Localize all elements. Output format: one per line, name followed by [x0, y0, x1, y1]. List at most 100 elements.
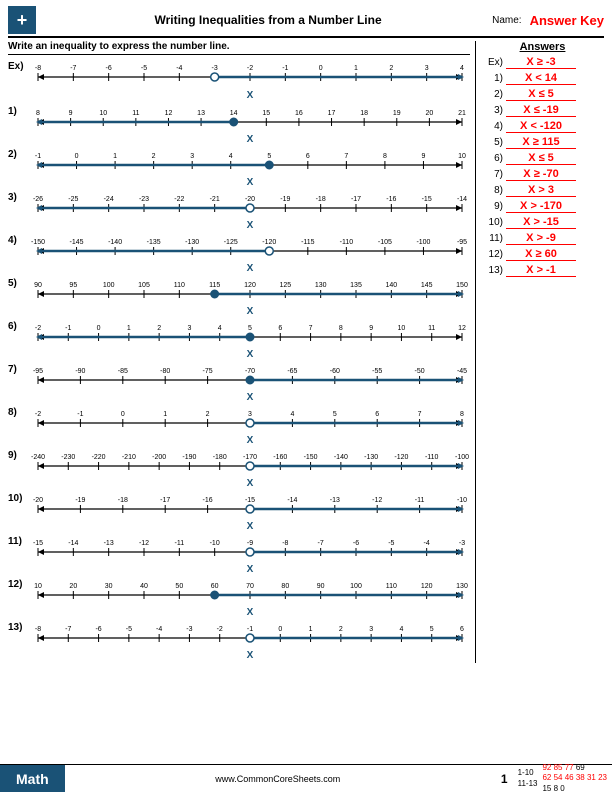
- svg-text:-26: -26: [33, 196, 43, 203]
- svg-text:7: 7: [418, 411, 422, 418]
- svg-text:-6: -6: [353, 540, 359, 547]
- number-line-svg: -2-1012345678: [30, 405, 470, 435]
- number-line-svg: -1012345678910: [30, 147, 470, 177]
- svg-text:3: 3: [248, 411, 252, 418]
- answer-num-4: 4): [481, 121, 503, 132]
- svg-text:-14: -14: [287, 497, 297, 504]
- answer-val-5: X ≥ 115: [506, 136, 576, 149]
- svg-text:-50: -50: [415, 368, 425, 375]
- number-line-7: -95-90-85-80-75-70-65-60-55-50-45: [30, 362, 470, 395]
- problem-row-7: 7)-95-90-85-80-75-70-65-60-55-50-45X: [8, 362, 470, 403]
- svg-text:-8: -8: [35, 65, 41, 72]
- answer-val-3: X ≤ -19: [506, 104, 576, 117]
- svg-text:9: 9: [369, 325, 373, 332]
- problem-row-8: 8)-2-1012345678X: [8, 405, 470, 446]
- problem-label-1: 1): [8, 106, 17, 117]
- svg-text:-200: -200: [152, 454, 166, 461]
- answer-val-2: X ≤ 5: [506, 88, 576, 101]
- answer-row-8: 8) X > 3: [481, 184, 604, 197]
- svg-text:-7: -7: [70, 65, 76, 72]
- svg-text:7: 7: [309, 325, 313, 332]
- answer-num-7: 7): [481, 169, 503, 180]
- svg-text:0: 0: [121, 411, 125, 418]
- number-line-svg: 102030405060708090100110120130: [30, 577, 470, 607]
- answer-num-6: 6): [481, 153, 503, 164]
- svg-text:4: 4: [218, 325, 222, 332]
- svg-text:0: 0: [278, 626, 282, 633]
- svg-text:-8: -8: [35, 626, 41, 633]
- svg-text:-2: -2: [35, 411, 41, 418]
- svg-text:-110: -110: [425, 454, 439, 461]
- score-line2: 62 54 46 38 31 23: [542, 773, 607, 783]
- answer-val-7: X ≥ -70: [506, 168, 576, 181]
- svg-text:-25: -25: [68, 196, 78, 203]
- problem-row-9: 9)-240-230-220-210-200-190-180-170-160-1…: [8, 448, 470, 489]
- number-line-svg: 89101112131415161718192021: [30, 104, 470, 134]
- svg-text:-100: -100: [455, 454, 469, 461]
- problem-label-10: 10): [8, 493, 22, 504]
- svg-text:20: 20: [425, 110, 433, 117]
- svg-text:40: 40: [140, 583, 148, 590]
- svg-text:130: 130: [456, 583, 468, 590]
- number-line-8: -2-1012345678: [30, 405, 470, 438]
- answer-val-10: X > -15: [506, 216, 576, 229]
- number-line-svg: -95-90-85-80-75-70-65-60-55-50-45: [30, 362, 470, 392]
- svg-text:-5: -5: [388, 540, 394, 547]
- svg-text:15: 15: [262, 110, 270, 117]
- svg-text:-160: -160: [273, 454, 287, 461]
- footer-url: www.CommonCoreSheets.com: [65, 774, 491, 784]
- footer: Math www.CommonCoreSheets.com 1 1-10 11-…: [0, 764, 612, 792]
- problem-label-13: 13): [8, 622, 22, 633]
- example-answer: X ≥ -3: [506, 56, 576, 69]
- svg-text:10: 10: [99, 110, 107, 117]
- svg-text:5: 5: [267, 153, 271, 160]
- header-title: Writing Inequalities from a Number Line: [44, 13, 492, 27]
- example-row: Ex)-8-7-6-5-4-3-2-101234X: [8, 59, 470, 101]
- svg-text:115: 115: [209, 282, 220, 289]
- svg-text:-6: -6: [106, 65, 112, 72]
- answer-row-1: 1) X < 14: [481, 72, 604, 85]
- svg-text:-20: -20: [245, 196, 255, 203]
- svg-text:105: 105: [138, 282, 150, 289]
- svg-text:-55: -55: [372, 368, 382, 375]
- svg-text:-240: -240: [31, 454, 45, 461]
- svg-text:-19: -19: [75, 497, 85, 504]
- svg-text:-105: -105: [378, 239, 392, 246]
- problems-area: Write an inequality to express the numbe…: [8, 41, 475, 663]
- svg-text:-22: -22: [174, 196, 184, 203]
- problem-label-2: 2): [8, 149, 17, 160]
- answer-row-5: 5) X ≥ 115: [481, 136, 604, 149]
- example-number-line: -8-7-6-5-4-3-2-101234: [30, 59, 470, 92]
- header: + Writing Inequalities from a Number Lin…: [8, 6, 604, 38]
- svg-text:1: 1: [354, 65, 358, 72]
- number-line-9: -240-230-220-210-200-190-180-170-160-150…: [30, 448, 470, 481]
- svg-text:110: 110: [174, 282, 185, 289]
- svg-text:2: 2: [339, 626, 343, 633]
- problem-label-6: 6): [8, 321, 17, 332]
- svg-text:5: 5: [248, 325, 252, 332]
- problem-row-4: 4)-150-145-140-135-130-125-120-115-110-1…: [8, 233, 470, 274]
- svg-text:125: 125: [279, 282, 291, 289]
- answer-row-7: 7) X ≥ -70: [481, 168, 604, 181]
- problem-label-3: 3): [8, 192, 17, 203]
- svg-text:-12: -12: [139, 540, 149, 547]
- answer-num-5: 5): [481, 137, 503, 148]
- answer-key-label: Answer Key: [530, 13, 604, 28]
- svg-text:100: 100: [103, 282, 115, 289]
- svg-text:145: 145: [421, 282, 433, 289]
- svg-text:-18: -18: [316, 196, 326, 203]
- svg-text:1: 1: [163, 411, 167, 418]
- svg-text:100: 100: [350, 583, 362, 590]
- svg-text:10: 10: [34, 583, 42, 590]
- svg-text:30: 30: [105, 583, 113, 590]
- svg-text:120: 120: [421, 583, 433, 590]
- svg-text:50: 50: [175, 583, 183, 590]
- number-line-svg: -240-230-220-210-200-190-180-170-160-150…: [30, 448, 470, 478]
- svg-text:6: 6: [375, 411, 379, 418]
- svg-text:0: 0: [319, 65, 323, 72]
- problem-label-5: 5): [8, 278, 17, 289]
- svg-text:14: 14: [230, 110, 238, 117]
- svg-text:-10: -10: [210, 540, 220, 547]
- problem-row-13: 13)-8-7-6-5-4-3-2-10123456X: [8, 620, 470, 661]
- svg-text:6: 6: [306, 153, 310, 160]
